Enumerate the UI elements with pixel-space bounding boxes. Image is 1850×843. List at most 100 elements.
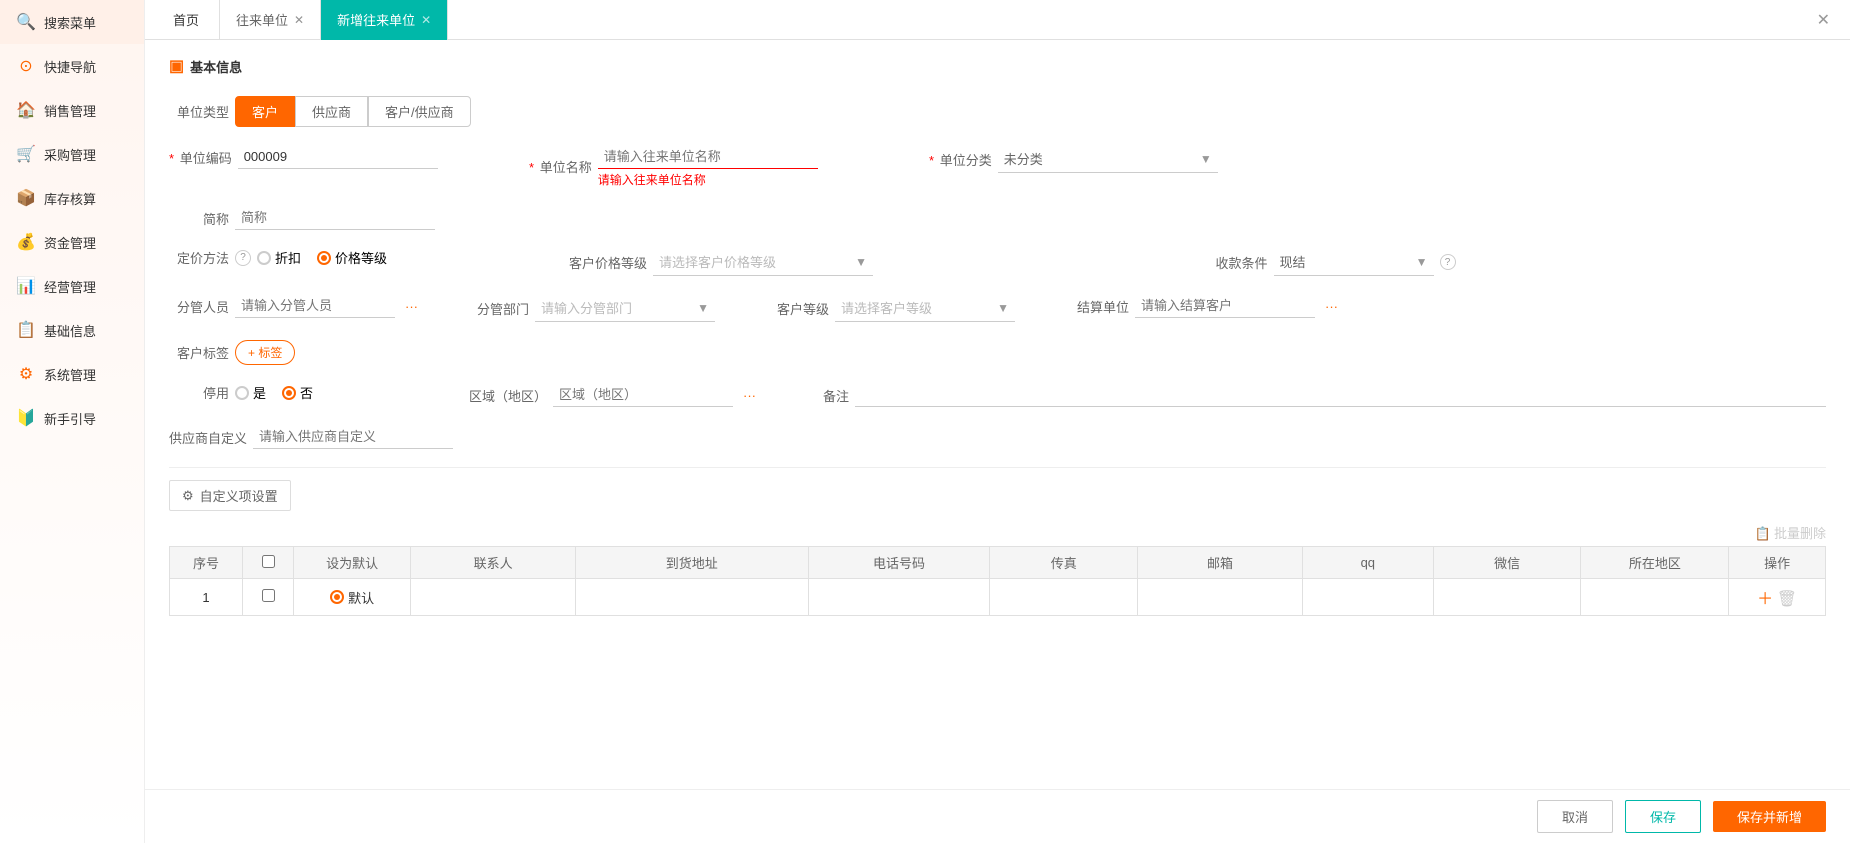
unit-name-input[interactable] bbox=[598, 145, 818, 169]
remark-input[interactable] bbox=[855, 383, 1826, 407]
sidebar-item-finance[interactable]: 💰 资金管理 bbox=[0, 220, 144, 264]
tab-contacts[interactable]: 往来单位 ✕ bbox=[220, 0, 321, 40]
disabled-yes-radio[interactable]: 是 bbox=[235, 383, 266, 402]
supplier-custom-input[interactable] bbox=[253, 425, 453, 449]
department-field: 分管部门 请输入分管部门 ▼ bbox=[469, 294, 749, 322]
pricing-radio-level[interactable]: 价格等级 bbox=[317, 248, 387, 267]
tab-new-contact[interactable]: 新增往来单位 ✕ bbox=[321, 0, 448, 40]
cell-default: 默认 bbox=[294, 579, 411, 616]
table-header-row: 序号 设为默认 联系人 到货地址 电话号码 传真 邮箱 qq 微信 所在地区 操… bbox=[170, 547, 1826, 579]
sidebar-item-search[interactable]: 🔍 搜索菜单 bbox=[0, 0, 144, 44]
sidebar-item-system[interactable]: ⚙ 系统管理 bbox=[0, 352, 144, 396]
pricing-radio-discount[interactable]: 折扣 bbox=[257, 248, 301, 267]
row-checkbox[interactable] bbox=[262, 589, 275, 602]
type-btn-customer[interactable]: 客户 bbox=[235, 96, 295, 127]
cell-wechat[interactable] bbox=[1433, 579, 1581, 616]
cell-qq[interactable] bbox=[1302, 579, 1433, 616]
cell-phone[interactable] bbox=[808, 579, 990, 616]
region-cell-input[interactable] bbox=[1620, 590, 1690, 605]
pricing-help-icon[interactable]: ? bbox=[235, 250, 251, 266]
type-btn-group: 客户 供应商 客户/供应商 bbox=[235, 96, 471, 127]
batch-delete-icon: 📋 bbox=[1754, 526, 1770, 541]
save-button[interactable]: 保存 bbox=[1625, 800, 1701, 833]
guide-icon: 🔰 bbox=[16, 408, 36, 428]
payment-terms-field: 收款条件 现结 ▼ ? bbox=[1208, 248, 1827, 276]
phone-input[interactable] bbox=[854, 590, 944, 605]
cell-address[interactable] bbox=[575, 579, 808, 616]
sidebar-item-ops[interactable]: 📊 经营管理 bbox=[0, 264, 144, 308]
form-divider bbox=[169, 467, 1826, 468]
tab-home[interactable]: 首页 bbox=[153, 0, 220, 40]
add-tag-button[interactable]: + 标签 bbox=[235, 340, 295, 365]
sidebar-item-guide[interactable]: 🔰 新手引导 bbox=[0, 396, 144, 440]
region-more-btn[interactable]: ··· bbox=[739, 388, 760, 403]
customer-price-level-field: 客户价格等级 请选择客户价格等级 ▼ bbox=[569, 248, 1188, 276]
wechat-input[interactable] bbox=[1472, 590, 1542, 605]
delete-row-button[interactable]: 🗑 bbox=[1777, 589, 1797, 609]
tabbar: 首页 往来单位 ✕ 新增往来单位 ✕ ✕ bbox=[145, 0, 1850, 40]
address-input[interactable] bbox=[632, 590, 752, 605]
pricing-field: 定价方法 ? 折扣 价格等级 bbox=[169, 248, 549, 267]
tags-row: 客户标签 + 标签 bbox=[169, 340, 1826, 365]
sidebar-item-purchase[interactable]: 🛒 采购管理 bbox=[0, 132, 144, 176]
fax-input[interactable] bbox=[1029, 590, 1099, 605]
default-radio[interactable]: 默认 bbox=[302, 588, 402, 607]
supplier-custom-label: 供应商自定义 bbox=[169, 428, 247, 447]
th-email: 邮箱 bbox=[1138, 547, 1303, 579]
customer-level-select[interactable]: 请选择客户等级 ▼ bbox=[835, 294, 1015, 322]
th-region: 所在地区 bbox=[1581, 547, 1729, 579]
unit-name-error-msg: 请输入往来单位名称 bbox=[598, 171, 818, 188]
payment-terms-select[interactable]: 现结 ▼ bbox=[1274, 248, 1434, 276]
footer: 取消 保存 保存并新增 bbox=[145, 789, 1850, 843]
settlement-more-btn[interactable]: ··· bbox=[1321, 299, 1342, 314]
cell-action: ＋ 🗑 bbox=[1729, 579, 1826, 616]
th-phone: 电话号码 bbox=[808, 547, 990, 579]
cell-email[interactable] bbox=[1138, 579, 1303, 616]
sidebar-item-sales[interactable]: 🏠 销售管理 bbox=[0, 88, 144, 132]
contact-input[interactable] bbox=[453, 590, 533, 605]
region-input[interactable] bbox=[553, 383, 733, 407]
payment-help-icon[interactable]: ? bbox=[1440, 254, 1456, 270]
tab-contacts-close[interactable]: ✕ bbox=[294, 13, 304, 27]
cancel-button[interactable]: 取消 bbox=[1537, 800, 1613, 833]
supervisor-label: 分管人员 bbox=[169, 297, 229, 316]
email-input[interactable] bbox=[1180, 590, 1260, 605]
price-level-arrow: ▼ bbox=[855, 255, 867, 269]
save-new-button[interactable]: 保存并新增 bbox=[1713, 801, 1826, 832]
custom-settings-button[interactable]: ⚙ 自定义项设置 bbox=[169, 480, 291, 511]
department-select[interactable]: 请输入分管部门 ▼ bbox=[535, 294, 715, 322]
short-name-input[interactable] bbox=[235, 206, 435, 230]
department-label: 分管部门 bbox=[469, 299, 529, 318]
cell-region[interactable] bbox=[1581, 579, 1729, 616]
supervisor-more-btn[interactable]: ··· bbox=[401, 299, 422, 314]
settlement-unit-input[interactable] bbox=[1135, 294, 1315, 318]
disabled-no-radio[interactable]: 否 bbox=[282, 383, 313, 402]
customer-level-field: 客户等级 请选择客户等级 ▼ bbox=[769, 294, 1049, 322]
customer-price-level-select[interactable]: 请选择客户价格等级 ▼ bbox=[653, 248, 873, 276]
unit-type-row: 单位类型 客户 供应商 客户/供应商 bbox=[169, 96, 1826, 127]
sidebar-item-inventory[interactable]: 📦 库存核算 bbox=[0, 176, 144, 220]
tags-label: 客户标签 bbox=[169, 343, 229, 362]
remark-field: 备注 bbox=[789, 383, 1826, 407]
cell-contact[interactable] bbox=[411, 579, 576, 616]
select-all-checkbox[interactable] bbox=[262, 555, 275, 568]
unit-category-select[interactable]: 未分类 ▼ bbox=[998, 145, 1218, 173]
add-row-button[interactable]: ＋ bbox=[1757, 585, 1773, 609]
type-btn-both[interactable]: 客户/供应商 bbox=[368, 96, 471, 127]
qq-input[interactable] bbox=[1338, 590, 1398, 605]
main-close-button[interactable]: ✕ bbox=[1805, 10, 1842, 30]
tab-new-contact-close[interactable]: ✕ bbox=[421, 13, 431, 27]
type-btn-supplier[interactable]: 供应商 bbox=[295, 96, 368, 127]
supervisor-input[interactable] bbox=[235, 294, 395, 318]
pricing-radio-group: 折扣 价格等级 bbox=[257, 248, 387, 267]
cell-fax[interactable] bbox=[990, 579, 1138, 616]
unit-code-input[interactable] bbox=[238, 145, 438, 169]
sidebar-item-quick-nav[interactable]: ⊙ 快捷导航 bbox=[0, 44, 144, 88]
disabled-label: 停用 bbox=[169, 383, 229, 402]
unit-code-label: * 单位编码 bbox=[169, 148, 232, 167]
th-contact: 联系人 bbox=[411, 547, 576, 579]
batch-delete-btn[interactable]: 📋 批量删除 bbox=[169, 523, 1826, 542]
yes-radio-circle bbox=[235, 386, 249, 400]
main-area: 首页 往来单位 ✕ 新增往来单位 ✕ ✕ ▣ 基本信息 单位类型 客户 供应商 … bbox=[145, 0, 1850, 843]
sidebar-item-base[interactable]: 📋 基础信息 bbox=[0, 308, 144, 352]
